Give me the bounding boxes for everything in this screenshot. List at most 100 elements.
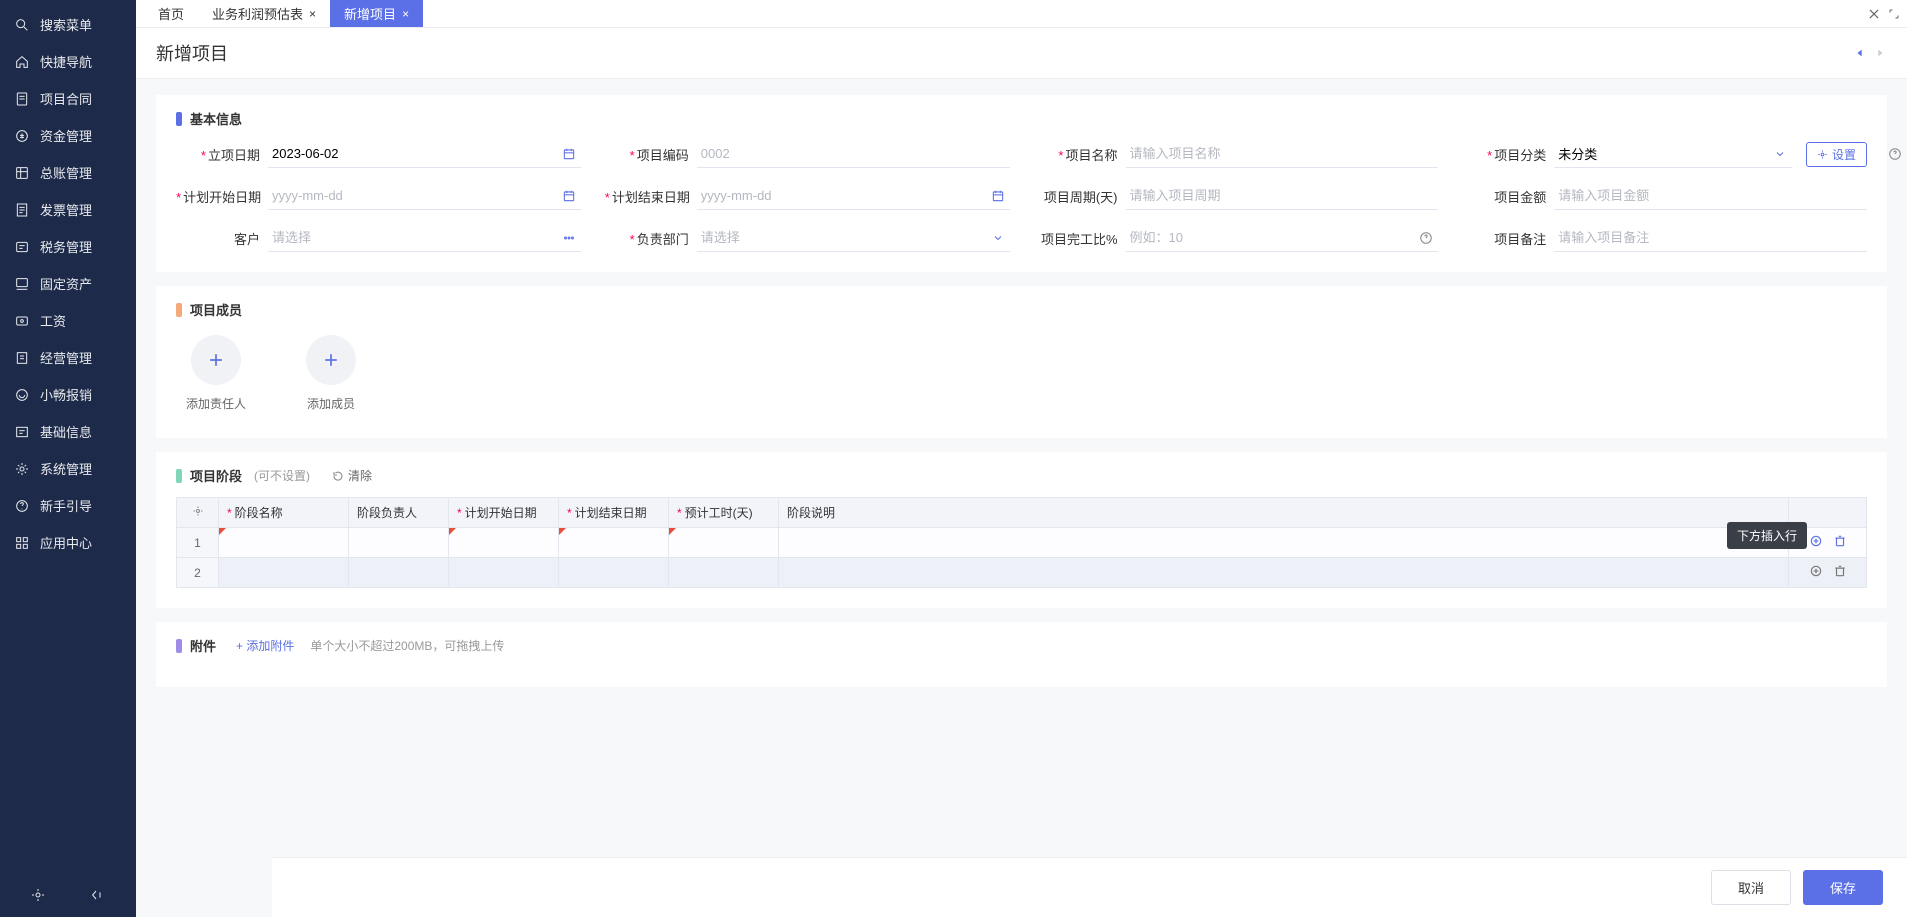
cell-plan-start[interactable] — [449, 528, 559, 558]
column-settings-icon[interactable] — [177, 498, 219, 528]
sidebar-item-apps[interactable]: 应用中心 — [0, 524, 136, 561]
category-settings-button[interactable]: 设置 — [1806, 142, 1867, 167]
collapse-sidebar-icon[interactable] — [90, 887, 106, 903]
plan-start-input[interactable] — [268, 182, 581, 210]
add-member-label: 添加成员 — [307, 395, 355, 412]
table-row[interactable]: 2 — [177, 558, 1867, 588]
section-bullet-icon — [176, 303, 182, 317]
add-attachment-link[interactable]: + 添加附件 — [236, 637, 294, 654]
setup-date-input[interactable] — [268, 140, 581, 168]
field-label: 项目备注 — [1494, 232, 1546, 247]
tab-new-project[interactable]: 新增项目 × — [330, 0, 423, 27]
cancel-button[interactable]: 取消 — [1711, 870, 1791, 905]
tab-profit-estimate[interactable]: 业务利润预估表 × — [198, 0, 330, 27]
info-icon — [14, 424, 30, 440]
clear-label: 清除 — [348, 467, 372, 484]
delete-row-button[interactable] — [1833, 534, 1847, 551]
calendar-icon[interactable] — [990, 188, 1006, 204]
col-desc: 阶段说明 — [779, 498, 1789, 528]
cell-stage-name[interactable] — [219, 558, 349, 588]
sidebar-item-system[interactable]: 系统管理 — [0, 450, 136, 487]
insert-row-below-button[interactable] — [1809, 534, 1823, 551]
sidebar-item-biz[interactable]: 经营管理 — [0, 339, 136, 376]
close-all-tabs-button[interactable] — [1865, 0, 1883, 28]
cell-stage-owner[interactable] — [349, 558, 449, 588]
sidebar-item-tax[interactable]: 税务管理 — [0, 228, 136, 265]
expand-icon[interactable] — [1885, 0, 1903, 28]
field-label: 项目周期(天) — [1044, 190, 1118, 205]
sidebar-item-ledger[interactable]: 总账管理 — [0, 154, 136, 191]
cell-plan-start[interactable] — [449, 558, 559, 588]
remark-input[interactable] — [1554, 224, 1867, 252]
add-member-button[interactable]: 添加成员 — [306, 335, 356, 412]
progress-input[interactable] — [1126, 224, 1439, 252]
ledger-icon — [14, 165, 30, 181]
cell-stage-name[interactable] — [219, 528, 349, 558]
clear-stages-button[interactable]: 清除 — [332, 467, 372, 484]
sidebar-item-funds[interactable]: 资金管理 — [0, 117, 136, 154]
dept-input[interactable] — [697, 224, 1010, 252]
next-record-button[interactable] — [1873, 46, 1887, 60]
amount-input[interactable] — [1554, 182, 1867, 210]
sidebar-item-label: 税务管理 — [40, 237, 92, 256]
chevron-down-icon[interactable] — [990, 230, 1006, 246]
calendar-icon[interactable] — [561, 146, 577, 162]
cell-plan-end[interactable] — [559, 528, 669, 558]
tab-home[interactable]: 首页 — [144, 0, 198, 27]
delete-row-button[interactable] — [1833, 564, 1847, 581]
sidebar-item-salary[interactable]: 工资 — [0, 302, 136, 339]
stages-table: *阶段名称 阶段负责人 *计划开始日期 *计划结束日期 *预计工时(天) 阶段说… — [176, 497, 1867, 588]
amount-field: 项目金额 — [1462, 182, 1867, 210]
settings-footer-icon[interactable] — [30, 887, 46, 903]
sidebar-item-label: 搜索菜单 — [40, 15, 92, 34]
sidebar-item-label: 小畅报销 — [40, 385, 92, 404]
add-owner-button[interactable]: 添加责任人 — [186, 335, 246, 412]
close-icon[interactable]: × — [309, 7, 316, 21]
sidebar-item-search[interactable]: 搜索菜单 — [0, 6, 136, 43]
sidebar-item-info[interactable]: 基础信息 — [0, 413, 136, 450]
name-input[interactable] — [1126, 140, 1439, 168]
cell-desc[interactable] — [779, 528, 1789, 558]
cell-desc[interactable] — [779, 558, 1789, 588]
sidebar-item-expense[interactable]: 小畅报销 — [0, 376, 136, 413]
sidebar-item-asset[interactable]: 固定资产 — [0, 265, 136, 302]
chevron-down-icon[interactable] — [1772, 146, 1788, 162]
expense-icon — [14, 387, 30, 403]
progress-field: 项目完工比% — [1034, 224, 1439, 252]
save-button[interactable]: 保存 — [1803, 870, 1883, 905]
help-icon[interactable] — [1418, 230, 1434, 246]
cell-hours[interactable] — [669, 558, 779, 588]
cell-plan-end[interactable] — [559, 558, 669, 588]
remark-field: 项目备注 — [1462, 224, 1867, 252]
close-icon[interactable]: × — [402, 7, 409, 21]
section-title: 附件 — [190, 636, 216, 655]
col-end: *计划结束日期 — [559, 498, 669, 528]
sidebar-item-quicknav[interactable]: 快捷导航 — [0, 43, 136, 80]
code-input[interactable] — [697, 140, 1010, 168]
plan-start-field: *计划开始日期 — [176, 182, 581, 210]
customer-input[interactable] — [268, 224, 581, 252]
search-icon — [14, 17, 30, 33]
invoice-icon — [14, 202, 30, 218]
period-input[interactable] — [1126, 182, 1439, 210]
cell-hours[interactable] — [669, 528, 779, 558]
sidebar-item-guide[interactable]: 新手引导 — [0, 487, 136, 524]
plan-end-input[interactable] — [697, 182, 1010, 210]
insert-row-below-button[interactable] — [1809, 564, 1823, 581]
sidebar-item-contract[interactable]: 项目合同 — [0, 80, 136, 117]
sidebar-item-label: 总账管理 — [40, 163, 92, 182]
plan-end-field: *计划结束日期 — [605, 182, 1010, 210]
help-icon[interactable] — [1887, 146, 1903, 162]
more-icon[interactable] — [561, 230, 577, 246]
prev-record-button[interactable] — [1853, 46, 1867, 60]
asset-icon — [14, 276, 30, 292]
calendar-icon[interactable] — [561, 188, 577, 204]
sidebar-item-invoice[interactable]: 发票管理 — [0, 191, 136, 228]
field-label: 项目编码 — [637, 148, 689, 163]
cell-stage-owner[interactable] — [349, 528, 449, 558]
footer: 取消 保存 — [272, 857, 1907, 917]
sidebar-item-label: 工资 — [40, 311, 66, 330]
code-field: *项目编码 — [605, 140, 1010, 168]
table-row[interactable]: 1 — [177, 528, 1867, 558]
category-input[interactable] — [1554, 140, 1792, 168]
